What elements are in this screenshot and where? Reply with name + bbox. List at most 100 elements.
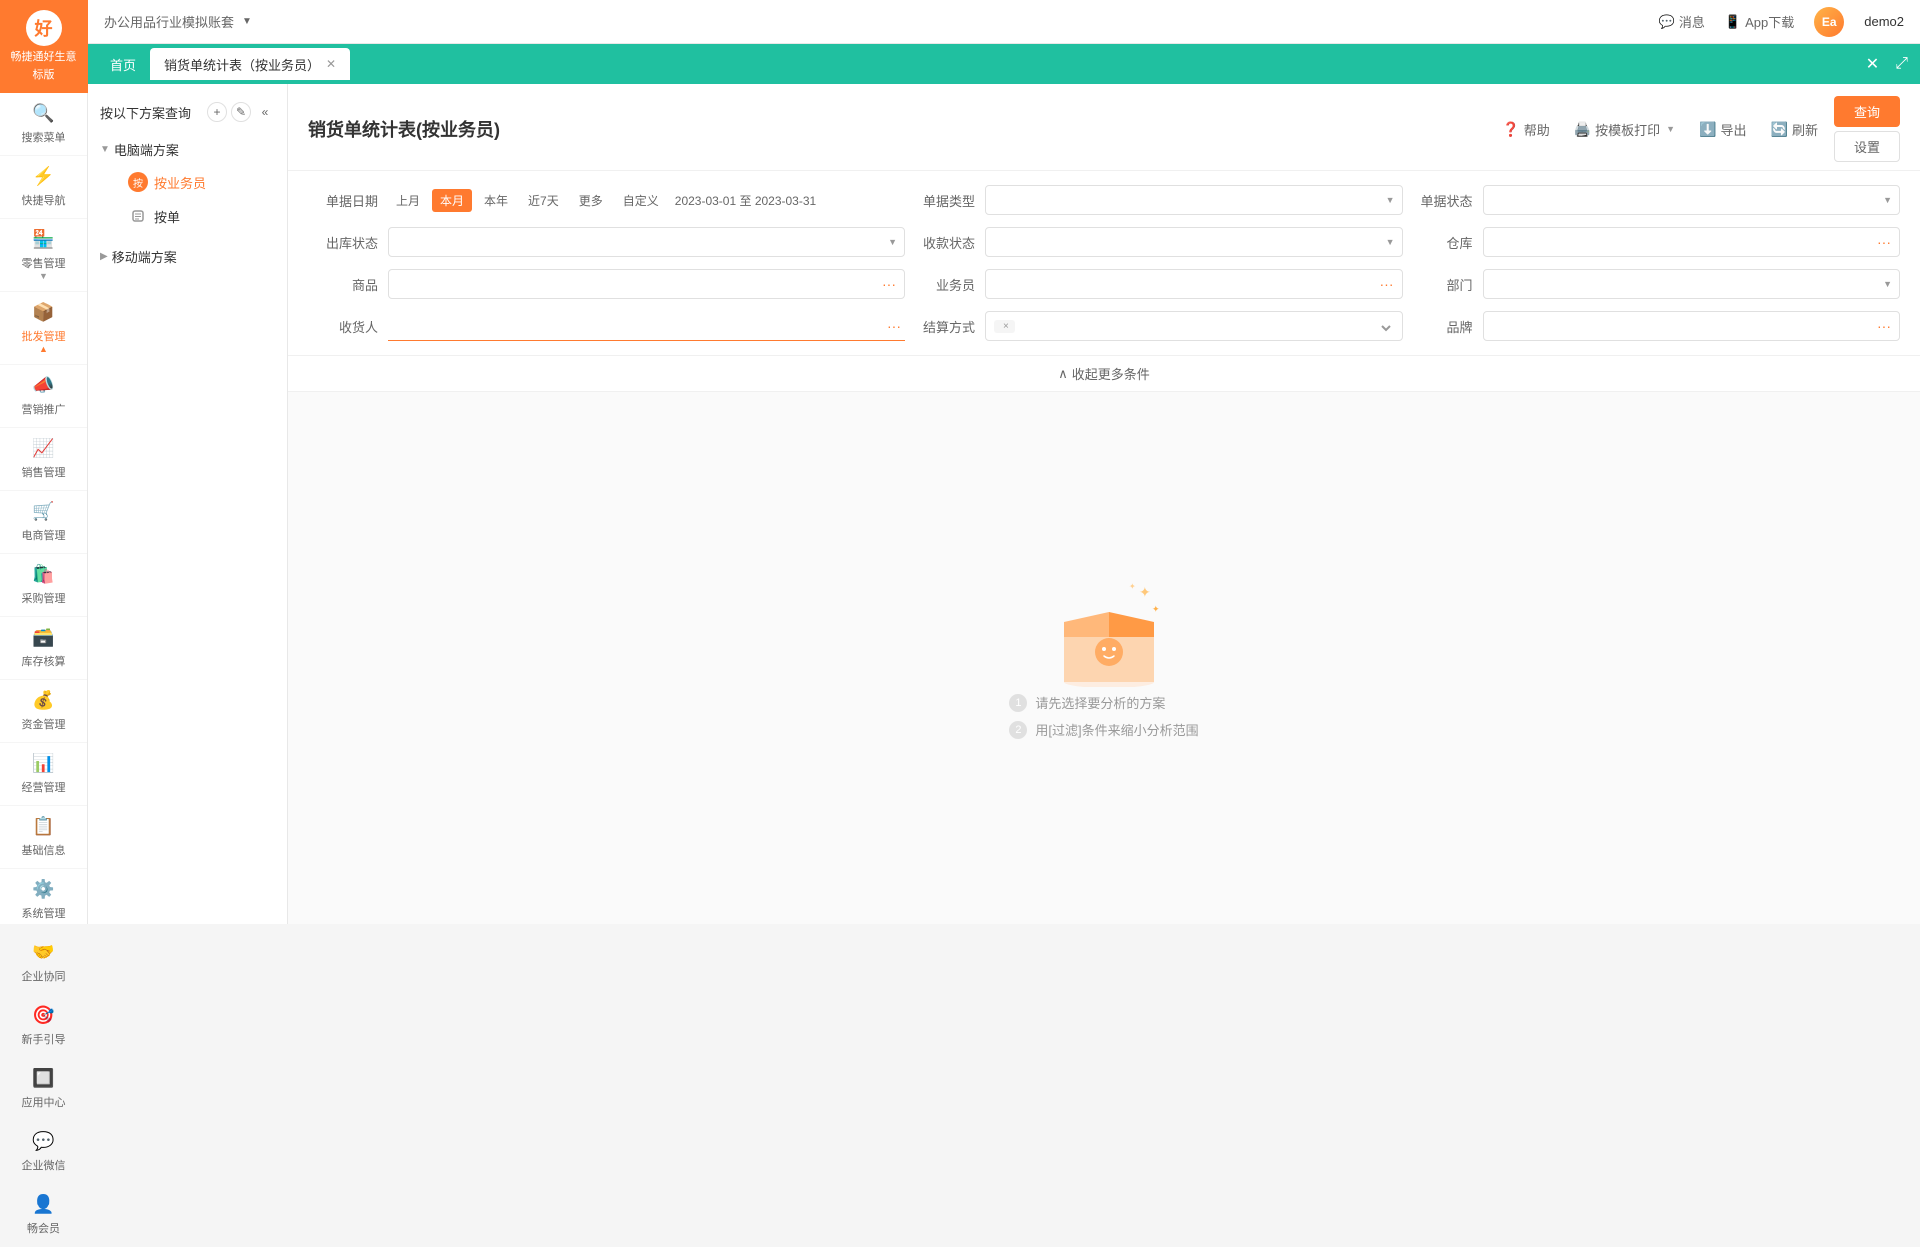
tip-text-1: 请先选择要分析的方案 [1035,693,1165,712]
tab-maximize-btn[interactable]: ⤢ [1891,53,1912,75]
filter-cell-out-status: 出库状态 [308,227,905,257]
sidebar-item-basic[interactable]: 📋 基础信息 [0,806,87,869]
collapse-more-btn[interactable]: ∧ 收起更多条件 [1058,364,1150,383]
sidebar-item-collab[interactable]: 🤝 企业协同 [0,932,87,995]
sidebar-item-inventory[interactable]: 🗃️ 库存核算 [0,617,87,680]
filter-row-1: 单据日期 上月 本月 本年 近7天 更多 自定义 2023-03-01 至 20… [308,185,1900,215]
sidebar-item-label: 畅会员 [27,1220,60,1236]
sidebar-item-appstore[interactable]: 🔲 应用中心 [0,1058,87,1121]
tab-close-icon[interactable]: ✕ [326,57,336,71]
help-label: 帮助 [1524,120,1550,139]
message-btn[interactable]: 💬 消息 [1659,12,1705,31]
pay-status-select[interactable] [985,227,1403,257]
sidebar-item-system[interactable]: ⚙️ 系统管理 [0,869,87,932]
mobile-scheme-title[interactable]: ▶ 移动端方案 [88,241,287,272]
salesman-dots-btn[interactable]: ··· [1380,276,1394,292]
brand-label: 品牌 [1403,317,1483,336]
tip-num-1: 1 [1009,694,1027,712]
sales-icon: 📈 [32,438,54,459]
tab-close-btn[interactable]: ✕ [1862,52,1883,76]
breadcrumb-dropdown[interactable]: ▼ [242,16,252,27]
tab-sales-stat[interactable]: 销货单统计表（按业务员） ✕ [150,48,350,80]
filter-cell-date: 单据日期 上月 本月 本年 近7天 更多 自定义 2023-03-01 至 20… [308,189,905,212]
help-btn[interactable]: ❓ 帮助 [1494,116,1557,143]
receiver-dots-btn[interactable]: ··· [887,318,901,334]
out-status-select-wrapper [388,227,905,257]
print-icon: 🖨️ [1574,121,1591,138]
filter-cell-settle: 结算方式 × [905,311,1403,341]
sidebar-item-label: 营销推广 [22,401,66,417]
sidebar-item-wholesale[interactable]: 📦 批发管理 ▲ [0,292,87,365]
status-select[interactable] [1483,185,1901,215]
user-name[interactable]: demo2 [1864,14,1904,29]
sidebar-item-marketing[interactable]: 📣 营销推广 [0,365,87,428]
top-header: 办公用品行业模拟账套 ▼ 💬 消息 📱 App下载 Ea demo2 [88,0,1920,44]
date-tab-custom[interactable]: 自定义 [615,189,667,212]
tab-bar: 首页 销货单统计表（按业务员） ✕ ✕ ⤢ [88,44,1920,84]
date-tab-this-year[interactable]: 本年 [476,189,516,212]
app-download-btn[interactable]: 📱 App下载 [1725,12,1794,31]
sidebar-item-guide[interactable]: 🎯 新手引导 [0,995,87,1058]
collapse-icon: ∧ [1058,366,1068,382]
sidebar-item-label: 库存核算 [22,653,66,669]
sidebar-item-ops[interactable]: 📊 经营管理 [0,743,87,806]
sidebar-item-search[interactable]: 🔍 搜索菜单 [0,93,87,156]
empty-tip-1: 1 请先选择要分析的方案 [1009,693,1198,712]
sidebar-item-sales[interactable]: 📈 销售管理 [0,428,87,491]
sidebar-logo[interactable]: 好 畅捷通好生意 标版 [0,0,88,93]
empty-tips: 1 请先选择要分析的方案 2 用[过滤]条件来缩小分析范围 [1009,693,1198,739]
date-filter: 上月 本月 本年 近7天 更多 自定义 2023-03-01 至 2023-03… [388,189,816,212]
dept-select[interactable] [1483,269,1901,299]
pay-status-label: 收款状态 [905,233,985,252]
sidebar-item-quick[interactable]: ⚡ 快捷导航 [0,156,87,219]
filter-cell-brand: 品牌 ··· [1403,311,1901,341]
sidebar-item-wechat[interactable]: 💬 企业微信 [0,1121,87,1184]
ecom-icon: 🛒 [32,501,54,522]
message-label: 消息 [1679,12,1705,31]
sidebar-item-finance[interactable]: 💰 资金管理 [0,680,87,743]
filter-area: 单据日期 上月 本月 本年 近7天 更多 自定义 2023-03-01 至 20… [288,171,1920,356]
scheme-item-salesman[interactable]: 按 按业务员 [100,165,287,199]
settle-tag-item: × [994,320,1015,333]
search-button[interactable]: 查询 [1834,96,1900,127]
avatar[interactable]: Ea [1814,7,1844,37]
sidebar-item-ecom[interactable]: 🛒 电商管理 [0,491,87,554]
collapse-label: 收起更多条件 [1072,364,1150,383]
date-tab-more[interactable]: 更多 [571,189,611,212]
dept-label: 部门 [1403,275,1483,294]
sidebar-item-member[interactable]: 👤 畅会员 [0,1184,87,1247]
scheme-item-order[interactable]: 按单 [100,199,287,233]
settle-select[interactable] [1374,322,1394,334]
add-scheme-btn[interactable]: + [207,102,227,122]
settle-dropdown-arrow[interactable] [1374,319,1394,334]
tab-home[interactable]: 首页 [96,48,150,80]
sidebar-item-purchase[interactable]: 🛍️ 采购管理 [0,554,87,617]
type-select[interactable] [985,185,1403,215]
date-tab-this-month[interactable]: 本月 [432,189,472,212]
warehouse-input-wrapper: ··· [1483,227,1901,257]
print-btn[interactable]: 🖨️ 按模板打印 ▼ [1566,116,1683,143]
wholesale-icon: 📦 [32,302,54,323]
date-tab-last-month[interactable]: 上月 [388,189,428,212]
filter-row-3: 商品 ··· 业务员 ··· 部门 [308,269,1900,299]
export-btn[interactable]: ⬇️ 导出 [1691,116,1754,143]
out-status-select[interactable] [388,227,905,257]
sidebar-item-retail[interactable]: 🏪 零售管理 ▼ [0,219,87,292]
settle-tag-close[interactable]: × [1003,321,1009,332]
brand-dots-btn[interactable]: ··· [1877,318,1891,334]
refresh-btn[interactable]: 🔄 刷新 [1763,116,1826,143]
warehouse-dots-btn[interactable]: ··· [1877,234,1891,250]
collapse-panel-btn[interactable]: « [255,102,275,122]
sidebar-item-label: 资金管理 [22,716,66,732]
goods-dots-btn[interactable]: ··· [882,276,896,292]
settings-button[interactable]: 设置 [1834,131,1900,162]
pc-scheme-title[interactable]: ▼ 电脑端方案 [88,134,287,165]
date-tab-7days[interactable]: 近7天 [520,189,567,212]
collapse-row: ∧ 收起更多条件 [288,356,1920,392]
system-icon: ⚙️ [32,879,54,900]
refresh-label: 刷新 [1792,120,1818,139]
svg-text:✦: ✦ [1152,604,1160,614]
phone-icon: 📱 [1725,14,1741,30]
edit-scheme-btn[interactable]: ✎ [231,102,251,122]
receiver-input[interactable] [388,311,905,341]
